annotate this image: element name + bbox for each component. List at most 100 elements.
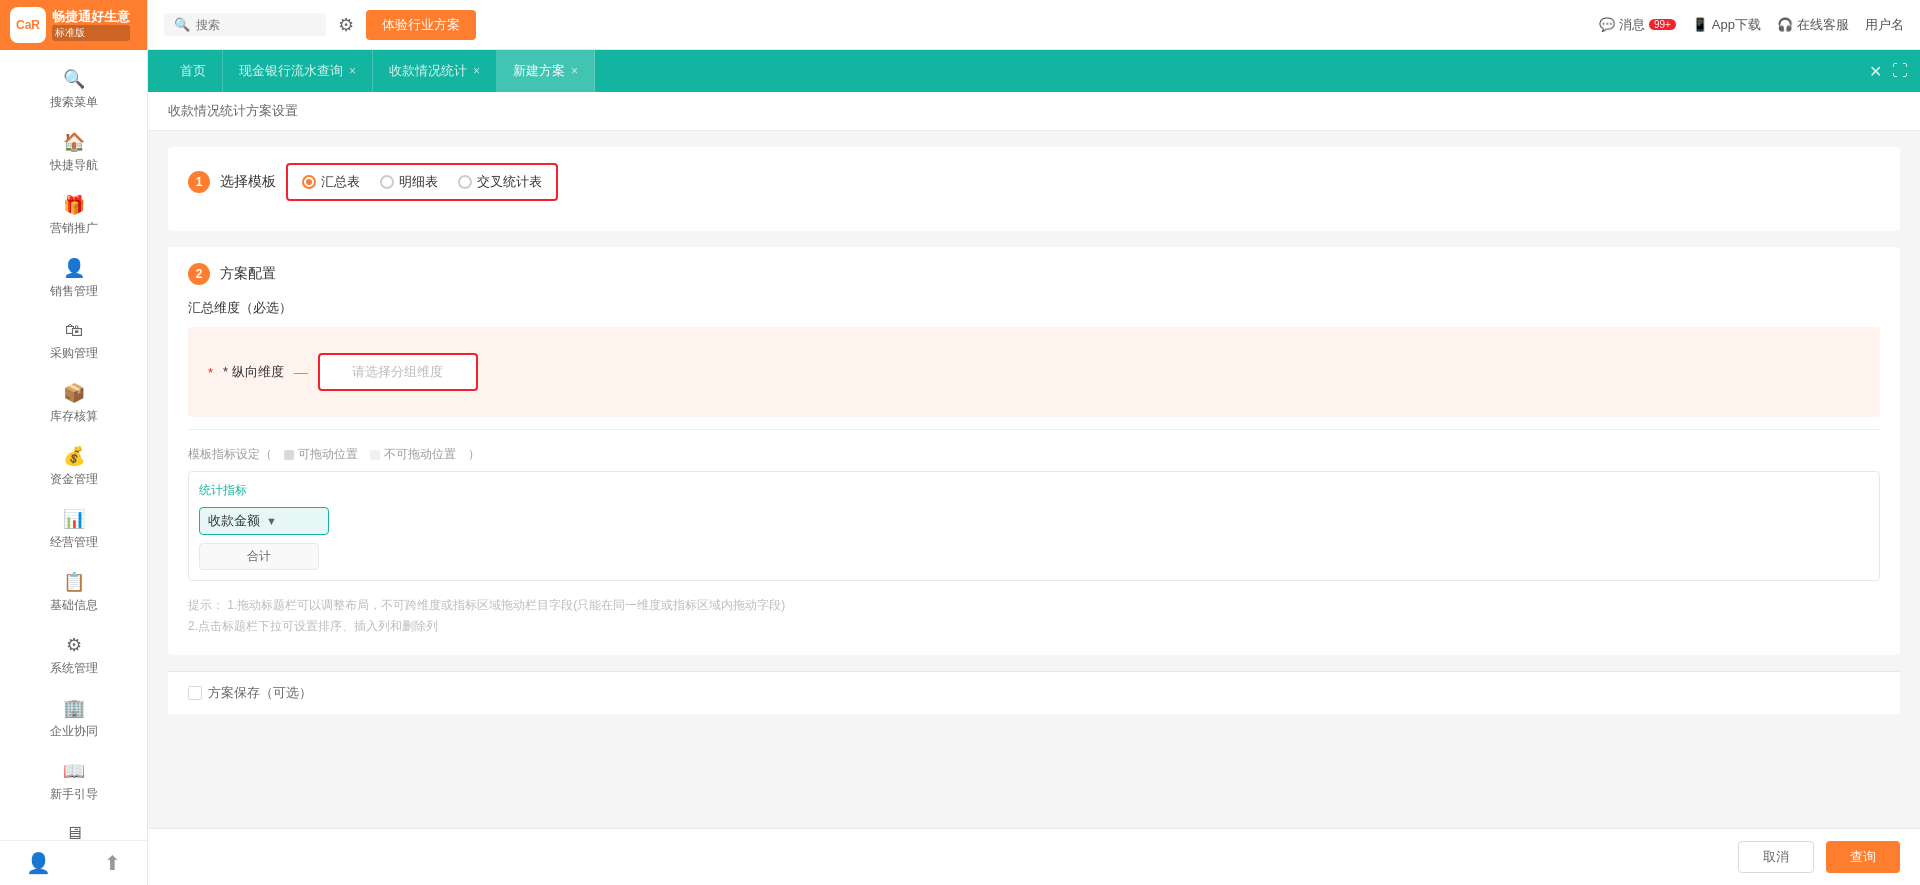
sidebar-logo: CaR 畅捷通好生意 标准版	[0, 0, 147, 50]
sidebar-item-basic[interactable]: 📋基础信息	[0, 561, 147, 624]
divider	[188, 429, 1880, 430]
tab-collection-stats[interactable]: 收款情况统计×	[373, 50, 497, 92]
sidebar-item-guide[interactable]: 📖新手引导	[0, 750, 147, 813]
metric-area: 统计指标 收款金额 ▼ 合计	[188, 471, 1880, 581]
action-bar: 取消 查询	[148, 828, 1920, 885]
marketing-icon: 🎁	[63, 194, 85, 216]
search-input[interactable]	[196, 18, 316, 32]
sidebar-item-inventory[interactable]: 📦 库存核算	[0, 372, 147, 435]
nav-label-quick-nav: 快捷导航	[50, 157, 98, 174]
nav-label-finance: 资金管理	[50, 471, 98, 488]
sidebar-item-system[interactable]: ⚙系统管理	[0, 624, 147, 687]
legend-draggable-label: 可拖动位置	[298, 446, 358, 463]
step1-header: 1 选择模板 汇总表 明细表 交叉统计表	[188, 163, 1880, 201]
trial-button[interactable]: 体验行业方案	[366, 10, 476, 40]
legend-dot-fixed	[370, 450, 380, 460]
tab-cash-flow[interactable]: 现金银行流水查询×	[223, 50, 373, 92]
footer-section: 方案保存（可选）	[168, 671, 1900, 714]
user-menu[interactable]: 用户名	[1865, 16, 1904, 34]
metric-subtag-total: 合计	[199, 543, 319, 570]
template-options: 汇总表 明细表 交叉统计表	[286, 163, 558, 201]
tab-close-cash-flow[interactable]: ×	[349, 64, 356, 78]
inventory-icon: 📦	[63, 382, 85, 404]
required-star: *	[208, 365, 213, 380]
save-checkbox[interactable]	[188, 686, 202, 700]
sidebar-item-purchase[interactable]: 🛍采购管理	[0, 310, 147, 372]
topbar-search-box[interactable]: 🔍	[164, 13, 326, 36]
sidebar-item-search-menu[interactable]: 🔍搜索菜单	[0, 58, 147, 121]
step1-title: 选择模板	[220, 173, 276, 191]
save-checkbox-label[interactable]: 方案保存（可选）	[188, 684, 312, 702]
online-service-button[interactable]: 🎧 在线客服	[1777, 16, 1849, 34]
app-download-button[interactable]: 📱 App下载	[1692, 16, 1761, 34]
legend-draggable: 可拖动位置	[284, 446, 358, 463]
step1-section: 1 选择模板 汇总表 明细表 交叉统计表	[168, 147, 1900, 231]
user-name: 用户名	[1865, 16, 1904, 34]
nav-label-system: 系统管理	[50, 660, 98, 677]
nav-label-marketing: 营销推广	[50, 220, 98, 237]
tab-close-new-plan[interactable]: ×	[571, 64, 578, 78]
legend-fixed-label: 不可拖动位置	[384, 446, 456, 463]
sidebar-item-quick-nav[interactable]: 🏠快捷导航	[0, 121, 147, 184]
sidebar-item-collab[interactable]: 🏢 企业协同	[0, 687, 147, 750]
cancel-button[interactable]: 取消	[1738, 841, 1814, 873]
sidebar: CaR 畅捷通好生意 标准版 🔍搜索菜单🏠快捷导航 🎁 营销推广 👤销售管理🛍采购管理…	[0, 0, 148, 885]
legend-close-paren: ）	[468, 446, 480, 463]
dim-arrow: —	[294, 364, 308, 380]
query-button[interactable]: 查询	[1826, 841, 1900, 873]
tab-home[interactable]: 首页	[164, 50, 223, 92]
logo-badge: 标准版	[52, 25, 130, 41]
sidebar-item-sales[interactable]: 👤销售管理	[0, 247, 147, 310]
radio-cross[interactable]: 交叉统计表	[458, 173, 542, 191]
maximize-icon[interactable]: ⛶	[1892, 62, 1908, 80]
radio-detail[interactable]: 明细表	[380, 173, 438, 191]
sidebar-bottom-icon-right[interactable]: ⬆	[104, 851, 121, 875]
metric-settings: 模板指标设定（ 可拖动位置 不可拖动位置 ） 统计指标	[188, 446, 1880, 581]
collab-icon: 🏢	[63, 697, 85, 719]
chevron-down-icon: ▼	[266, 515, 277, 527]
hardware-icon: 🖥	[65, 823, 83, 840]
sidebar-item-operation[interactable]: 📊经营管理	[0, 498, 147, 561]
operation-icon: 📊	[63, 508, 85, 530]
sidebar-item-finance[interactable]: 💰 资金管理	[0, 435, 147, 498]
logo-name: 畅捷通好生意	[52, 9, 130, 25]
nav-label-collab: 企业协同	[50, 723, 98, 740]
legend-dot-draggable	[284, 450, 294, 460]
metric-section-label: 统计指标	[199, 482, 1869, 499]
step1-badge: 1	[188, 171, 210, 193]
nav-label-search-menu: 搜索菜单	[50, 94, 98, 111]
step2-badge: 2	[188, 263, 210, 285]
nav-label-purchase: 采购管理	[50, 345, 98, 362]
content-area: 收款情况统计方案设置 1 选择模板 汇总表 明细表	[148, 92, 1920, 885]
search-icon: 🔍	[174, 17, 190, 32]
logo-text-area: 畅捷通好生意 标准版	[52, 9, 130, 41]
logo-icon: CaR	[10, 7, 46, 43]
metric-tag-collection[interactable]: 收款金额 ▼	[199, 507, 329, 535]
message-button[interactable]: 💬 消息 99+	[1599, 16, 1676, 34]
sales-icon: 👤	[63, 257, 85, 279]
guide-icon: 📖	[63, 760, 85, 782]
sidebar-nav: 🔍搜索菜单🏠快捷导航 🎁 营销推广 👤销售管理🛍采购管理 📦 库存核算 💰 资金管理 📊经营管理…	[0, 50, 147, 840]
sidebar-item-marketing[interactable]: 🎁 营销推广	[0, 184, 147, 247]
tab-new-plan[interactable]: 新建方案 ×	[497, 50, 595, 92]
step2-header: 2 方案配置	[188, 263, 1880, 285]
radio-circle-cross	[458, 175, 472, 189]
sidebar-item-hardware[interactable]: 🖥智能硬件	[0, 813, 147, 840]
radio-circle-summary	[302, 175, 316, 189]
tab-close-collection-stats[interactable]: ×	[473, 64, 480, 78]
metric-tag-label: 收款金额	[208, 512, 260, 530]
save-checkbox-text: 方案保存（可选）	[208, 684, 312, 702]
download-icon: 📱	[1692, 17, 1708, 32]
nav-label-inventory: 库存核算	[50, 408, 98, 425]
close-window-icon[interactable]: ✕	[1869, 62, 1882, 81]
radio-summary[interactable]: 汇总表	[302, 173, 360, 191]
dim-select-box[interactable]: 请选择分组维度	[318, 353, 478, 391]
finance-icon: 💰	[63, 445, 85, 467]
sidebar-bottom-icon-left[interactable]: 👤	[26, 851, 51, 875]
breadcrumb: 收款情况统计方案设置	[168, 103, 298, 118]
topbar: 🔍 ⚙ 体验行业方案 💬 消息 99+ 📱 App下载 🎧 在线客服 用户名	[148, 0, 1920, 50]
tab-label-new-plan: 新建方案	[513, 62, 565, 80]
radio-detail-label: 明细表	[399, 173, 438, 191]
gear-icon[interactable]: ⚙	[338, 14, 354, 36]
main-area: 🔍 ⚙ 体验行业方案 💬 消息 99+ 📱 App下载 🎧 在线客服 用户名	[148, 0, 1920, 885]
